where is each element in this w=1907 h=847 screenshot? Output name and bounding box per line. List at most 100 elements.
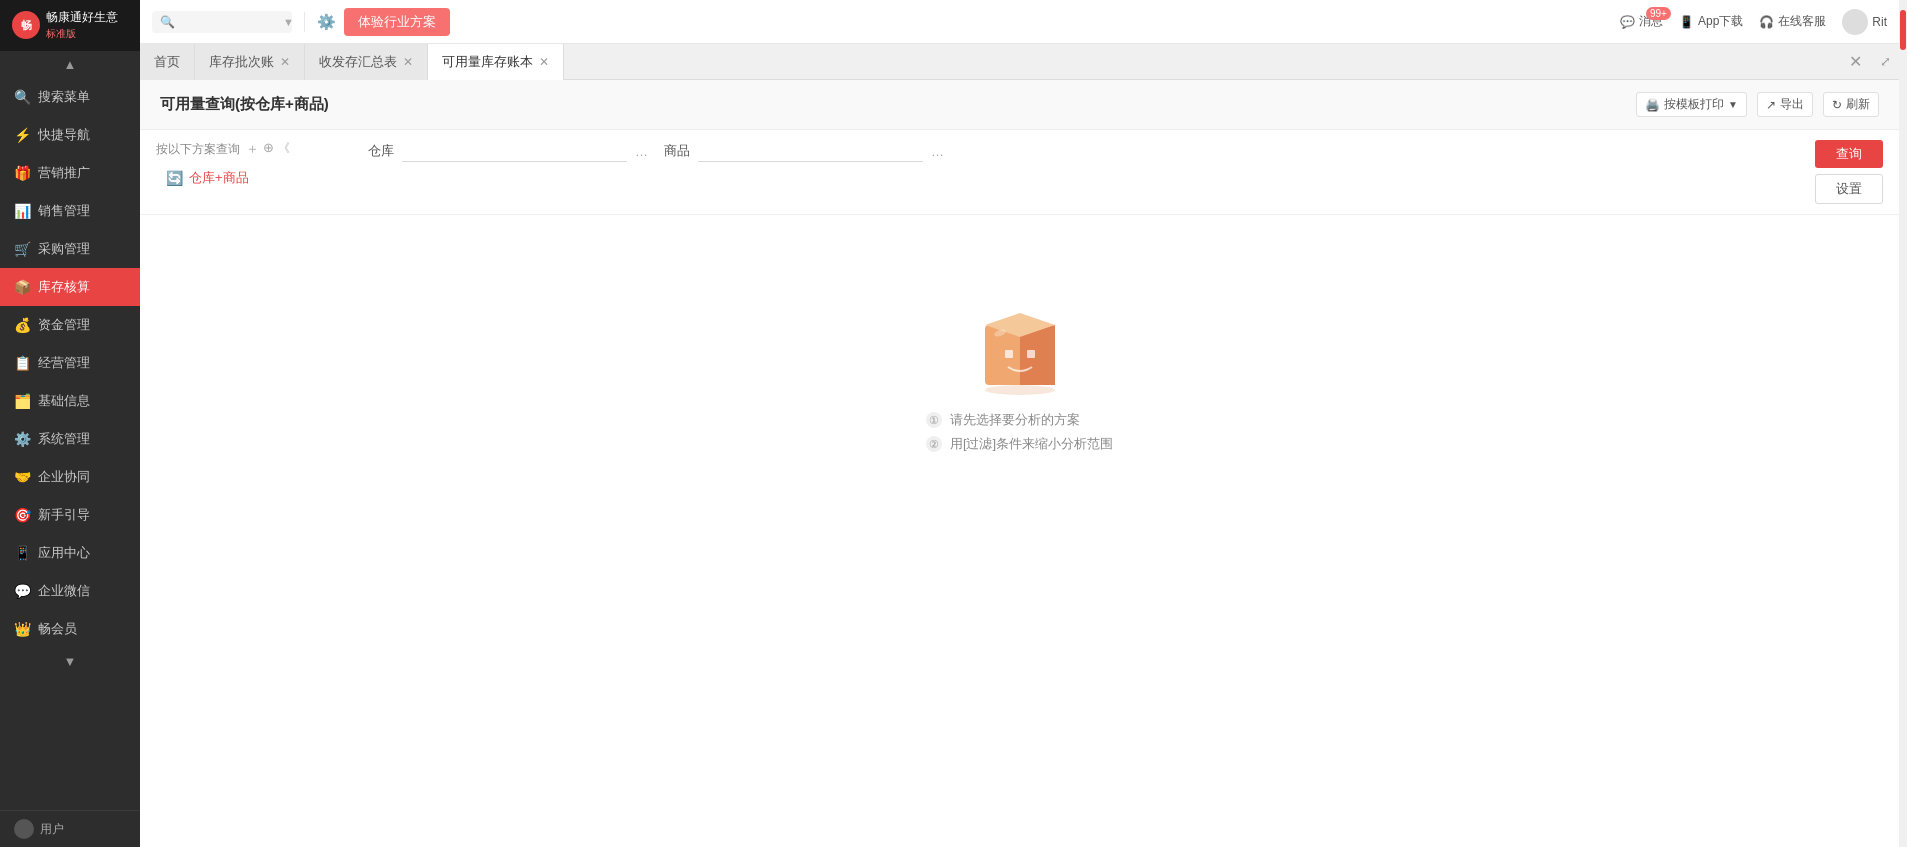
empty-tip-1: ① 请先选择要分析的方案	[926, 411, 1113, 429]
refresh-button[interactable]: ↻ 刷新	[1823, 92, 1879, 117]
sidebar-item-inventory[interactable]: 📦 库存核算	[0, 268, 140, 306]
sidebar-item-label: 采购管理	[38, 240, 90, 258]
messages-button[interactable]: 💬 消息 99+	[1620, 13, 1663, 30]
folder-icon: 🗂️	[14, 393, 30, 409]
gear-icon: ⚙️	[14, 431, 30, 447]
main-area: 🔍 ▼ ⚙️ 体验行业方案 💬 消息 99+ 📱 App下载 🎧 在线客服	[140, 0, 1899, 847]
empty-tips: ① 请先选择要分析的方案 ② 用[过滤]条件来缩小分析范围	[926, 411, 1113, 459]
sidebar-item-label: 应用中心	[38, 544, 90, 562]
mobile-icon: 📱	[14, 545, 30, 561]
topbar-divider	[304, 12, 305, 32]
chevron-down-icon[interactable]: ▼	[283, 16, 294, 28]
sidebar-item-search[interactable]: 🔍 搜索菜单	[0, 78, 140, 116]
tab-receipt-summary[interactable]: 收发存汇总表 ✕	[305, 44, 428, 80]
sidebar-item-shortcut[interactable]: ⚡ 快捷导航	[0, 116, 140, 154]
app-title: 畅康通好生意	[46, 10, 118, 26]
filter-fields: 仓库 … 商品 …	[368, 140, 1803, 162]
sidebar-user-footer[interactable]: 用户	[0, 810, 140, 847]
empty-tip-2: ② 用[过滤]条件来缩小分析范围	[926, 435, 1113, 453]
tab-close-icon[interactable]: ✕	[280, 55, 290, 69]
sidebar-scroll-up[interactable]: ▲	[0, 51, 140, 78]
user-avatar-small	[14, 819, 34, 839]
message-icon: 💬	[1620, 15, 1635, 29]
add-scheme-icon[interactable]: ＋	[246, 140, 259, 158]
goods-input[interactable]	[698, 140, 923, 162]
print-button[interactable]: 🖨️ 按模板打印 ▼	[1636, 92, 1747, 117]
sidebar-user-name: 用户	[40, 821, 64, 838]
svg-rect-4	[1005, 350, 1013, 358]
svg-rect-5	[1027, 350, 1035, 358]
sidebar-item-operations[interactable]: 📋 经营管理	[0, 344, 140, 382]
warehouse-input[interactable]	[402, 140, 627, 162]
app-download-button[interactable]: 📱 App下载	[1679, 13, 1743, 30]
tab-close-icon[interactable]: ✕	[403, 55, 413, 69]
tab-close-icon[interactable]: ✕	[539, 55, 549, 69]
trial-button[interactable]: 体验行业方案	[344, 8, 450, 36]
refresh-label: 刷新	[1846, 96, 1870, 113]
app-label: App下载	[1698, 13, 1743, 30]
sidebar-item-label: 快捷导航	[38, 126, 90, 144]
warehouse-label: 仓库	[368, 142, 394, 160]
service-label: 在线客服	[1778, 13, 1826, 30]
tab-available-ledger[interactable]: 可用量库存账本 ✕	[428, 44, 564, 80]
sidebar-item-label: 经营管理	[38, 354, 90, 372]
sidebar-item-newbie[interactable]: 🎯 新手引导	[0, 496, 140, 534]
sidebar-item-basic-info[interactable]: 🗂️ 基础信息	[0, 382, 140, 420]
scheme-item-warehouse-goods[interactable]: 🔄 仓库+商品	[156, 164, 356, 192]
sidebar-item-cooperation[interactable]: 🤝 企业协同	[0, 458, 140, 496]
content-area: 可用量查询(按仓库+商品) 🖨️ 按模板打印 ▼ ↗ 导出 ↻ 刷新	[140, 80, 1899, 847]
search-input[interactable]	[179, 15, 279, 29]
sidebar-item-vip[interactable]: 👑 畅会员	[0, 610, 140, 648]
query-button[interactable]: 查询	[1815, 140, 1883, 168]
settings-scheme-icon[interactable]: ⊕	[263, 140, 274, 158]
user-profile-button[interactable]: Rit	[1842, 9, 1887, 35]
tab-batch-account[interactable]: 库存批次账 ✕	[195, 44, 305, 80]
user-name: Rit	[1872, 15, 1887, 29]
online-service-button[interactable]: 🎧 在线客服	[1759, 13, 1826, 30]
sidebar: 畅 畅康通好生意 标准版 ▲ 🔍 搜索菜单 ⚡ 快捷导航 🎁 营销推广 📊 销售…	[0, 0, 140, 847]
tab-label: 首页	[154, 53, 180, 71]
tip-number-1: ①	[926, 412, 942, 428]
sidebar-item-app-center[interactable]: 📱 应用中心	[0, 534, 140, 572]
crown-icon: 👑	[14, 621, 30, 637]
search-icon: 🔍	[14, 89, 30, 105]
settings-icon[interactable]: ⚙️	[317, 13, 336, 31]
export-label: 导出	[1780, 96, 1804, 113]
app-logo: 畅	[12, 11, 40, 39]
sidebar-item-system[interactable]: ⚙️ 系统管理	[0, 420, 140, 458]
svg-point-0	[985, 385, 1055, 395]
tip-text-2: 用[过滤]条件来缩小分析范围	[950, 435, 1113, 453]
chart-icon: 📊	[14, 203, 30, 219]
topbar: 🔍 ▼ ⚙️ 体验行业方案 💬 消息 99+ 📱 App下载 🎧 在线客服	[140, 0, 1899, 44]
sidebar-item-finance[interactable]: 💰 资金管理	[0, 306, 140, 344]
close-tab-button[interactable]: ✕	[1839, 44, 1872, 80]
sidebar-item-wechat[interactable]: 💬 企业微信	[0, 572, 140, 610]
sidebar-item-label: 企业协同	[38, 468, 90, 486]
right-scrollbar[interactable]	[1899, 0, 1907, 847]
refresh-icon: ↻	[1832, 98, 1842, 112]
sidebar-item-marketing[interactable]: 🎁 营销推广	[0, 154, 140, 192]
sidebar-item-label: 基础信息	[38, 392, 90, 410]
app-edition: 标准版	[46, 27, 118, 41]
warehouse-filter-field: 仓库 …	[368, 140, 648, 162]
expand-tab-button[interactable]: ⤢	[1872, 44, 1899, 80]
filter-settings-button[interactable]: 设置	[1815, 174, 1883, 204]
tab-home[interactable]: 首页	[140, 44, 195, 80]
export-button[interactable]: ↗ 导出	[1757, 92, 1813, 117]
search-icon: 🔍	[160, 15, 175, 29]
goods-more-icon[interactable]: …	[931, 144, 944, 159]
cart-icon: 🛒	[14, 241, 30, 257]
filter-label: 按以下方案查询 ＋ ⊕ 《	[156, 140, 356, 158]
headphone-icon: 🎧	[1759, 15, 1774, 29]
sidebar-header: 畅 畅康通好生意 标准版	[0, 0, 140, 51]
scrollbar-thumb	[1900, 10, 1906, 50]
collapse-arrow-icon[interactable]: 《	[278, 140, 290, 158]
sidebar-item-sales[interactable]: 📊 销售管理	[0, 192, 140, 230]
sidebar-item-purchase[interactable]: 🛒 采购管理	[0, 230, 140, 268]
money-icon: 💰	[14, 317, 30, 333]
warehouse-more-icon[interactable]: …	[635, 144, 648, 159]
tab-bar: 首页 库存批次账 ✕ 收发存汇总表 ✕ 可用量库存账本 ✕ ✕ ⤢	[140, 44, 1899, 80]
wechat-icon: 💬	[14, 583, 30, 599]
sidebar-scroll-down[interactable]: ▼	[0, 648, 140, 675]
app-info: 畅康通好生意 标准版	[46, 10, 118, 41]
